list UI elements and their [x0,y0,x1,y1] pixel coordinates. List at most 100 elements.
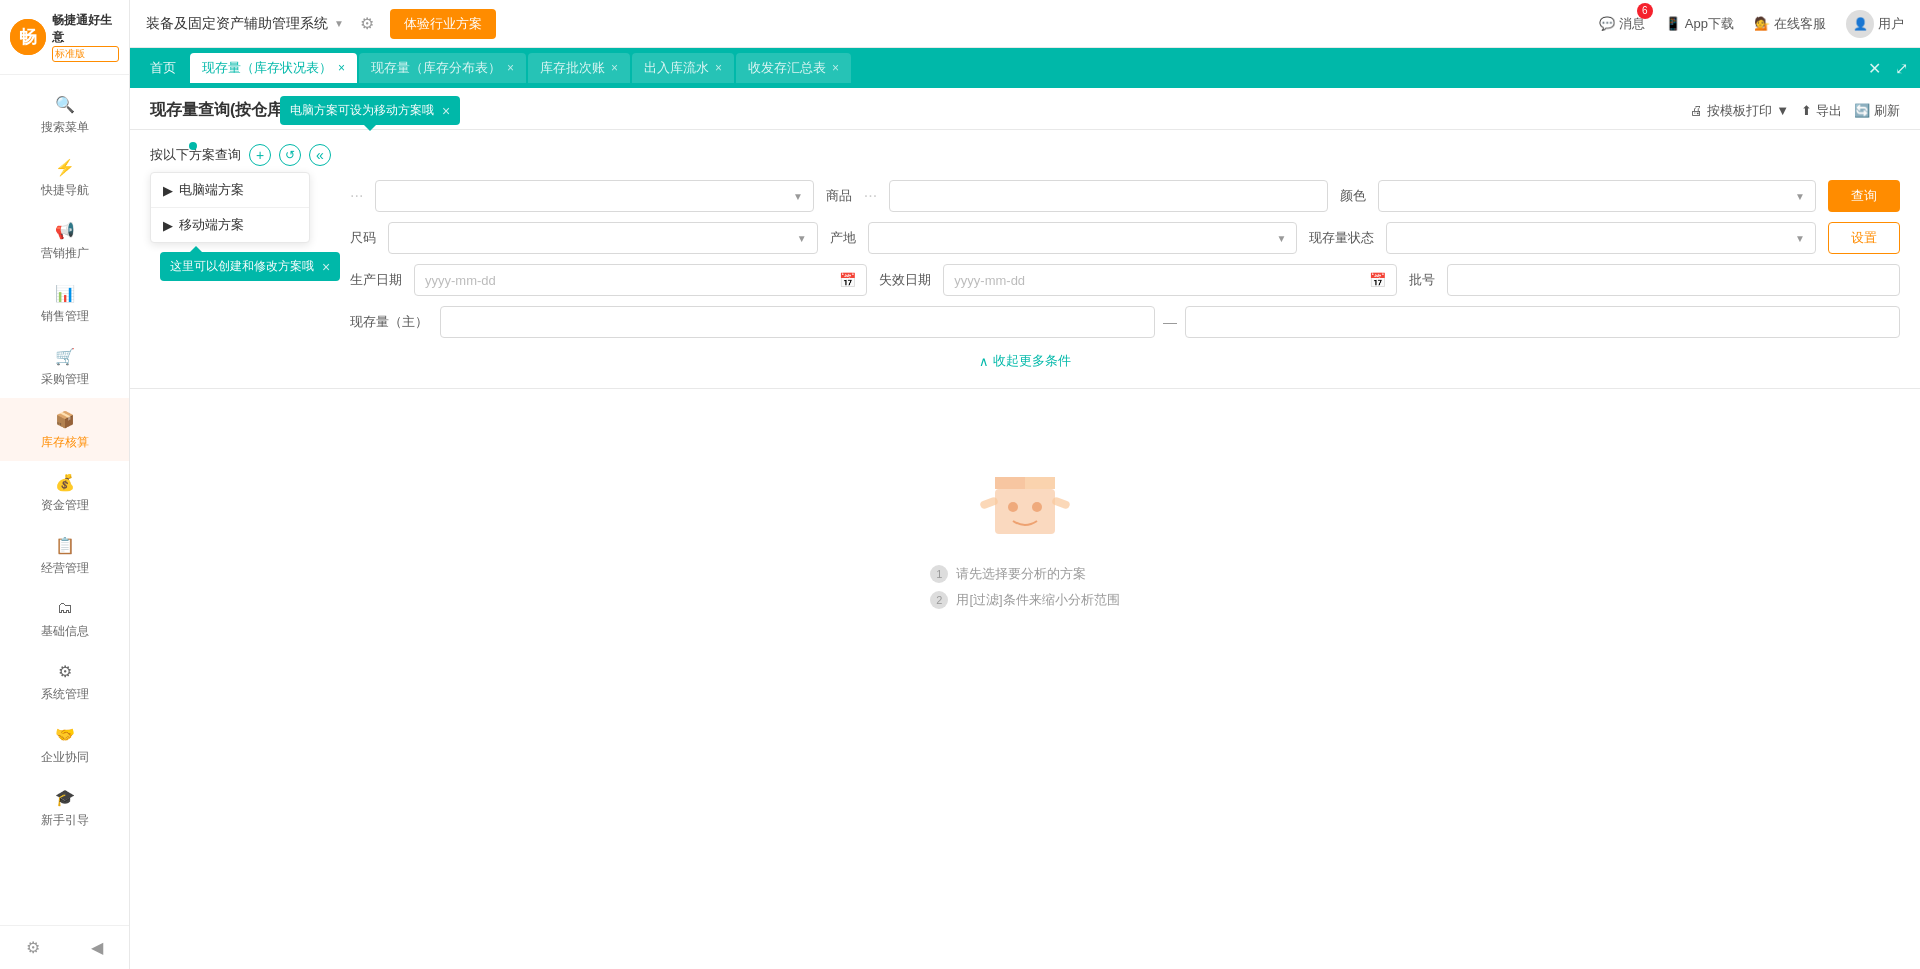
tab-inout-flow-close[interactable]: × [715,62,722,74]
origin-label: 产地 [830,229,856,247]
export-btn[interactable]: ⬆ 导出 [1801,102,1842,120]
sidebar-item-inventory[interactable]: 📦 库存核算 [0,398,129,461]
chevron-up-icon: ∧ [979,354,989,369]
reset-button[interactable]: 设置 [1828,222,1900,254]
filter-dots-1[interactable]: ··· [350,187,363,205]
export-icon: ⬆ [1801,103,1812,118]
filter-inventory-status[interactable]: ▼ [1386,222,1816,254]
filter-color[interactable]: ▼ [1378,180,1816,212]
color-arrow-icon: ▼ [1795,191,1805,202]
empty-tip-2: 2 用[过滤]条件来缩小分析范围 [930,591,1119,609]
sidebar-item-finance[interactable]: 💰 资金管理 [0,461,129,524]
system-dropdown-arrow[interactable]: ▼ [334,18,344,29]
filter-warehouse[interactable]: ▼ [375,180,813,212]
svg-rect-2 [995,489,1055,534]
filter-expire-date[interactable]: yyyy-mm-dd 📅 [943,264,1396,296]
sidebar: 畅 畅捷通好生意 标准版 🔍 搜索菜单 ⚡ 快捷导航 📢 营销推广 📊 销售管理… [0,0,130,969]
tab-inout-flow[interactable]: 出入库流水 × [632,53,734,83]
tab-inventory-dist[interactable]: 现存量（库存分布表） × [359,53,526,83]
tooltip-create-scheme-close[interactable]: × [322,259,330,275]
print-icon: 🖨 [1690,103,1703,118]
sidebar-item-enterprise[interactable]: 🤝 企业协同 [0,713,129,776]
sales-nav-icon: 📊 [54,282,76,304]
filter-goods[interactable] [889,180,1327,212]
tab-inventory-status-label: 现存量（库存状况表） [202,59,332,77]
experience-button[interactable]: 体验行业方案 [390,9,496,39]
origin-arrow-icon: ▼ [1276,233,1286,244]
purchase-nav-icon: 🛒 [54,345,76,367]
filter-batch-num[interactable] [1447,264,1900,296]
marketing-nav-icon: 📢 [54,219,76,241]
print-template-btn[interactable]: 🖨 按模板打印 ▼ [1690,102,1789,120]
tab-batch-account-close[interactable]: × [611,62,618,74]
filter-origin[interactable]: ▼ [868,222,1298,254]
chevron-right-icon: ▶ [163,183,173,198]
app-download-item[interactable]: 📱 App下载 [1665,15,1734,33]
expire-date-label: 失效日期 [879,271,931,289]
header-right: 💬 消息 6 📱 App下载 💁 在线客服 👤 用户 [1599,10,1904,38]
calendar-icon-1[interactable]: 📅 [839,272,856,288]
refresh-btn[interactable]: 🔄 刷新 [1854,102,1900,120]
sidebar-item-sales[interactable]: 📊 销售管理 [0,272,129,335]
tab-inventory-dist-close[interactable]: × [507,62,514,74]
filter-dot [189,142,197,150]
tooltip-scheme-mobile-close[interactable]: × [442,103,450,119]
sidebar-label-system: 系统管理 [41,686,89,703]
sidebar-item-marketing[interactable]: 📢 营销推广 [0,209,129,272]
gear-icon[interactable]: ⚙ [356,10,378,37]
sidebar-label-marketing: 营销推广 [41,245,89,262]
tabs-bar: 首页 现存量（库存状况表） × 现存量（库存分布表） × 库存批次账 × 出入库… [130,48,1920,88]
batch-num-label: 批号 [1409,271,1435,289]
tab-close-all-icon[interactable]: ✕ [1864,57,1885,80]
app-download-label: App下载 [1685,15,1734,33]
filter-add-button[interactable]: + [249,144,271,166]
sidebar-item-operation[interactable]: 📋 经营管理 [0,524,129,587]
tip-num-1: 1 [930,565,948,583]
goods-label: 商品 [826,187,852,205]
online-service-label: 在线客服 [1774,15,1826,33]
search-button[interactable]: 查询 [1828,180,1900,212]
tab-expand-icon[interactable]: ⤢ [1891,57,1912,80]
filter-size[interactable]: ▼ [388,222,818,254]
newbie-nav-icon: 🎓 [54,786,76,808]
tab-home-label: 首页 [150,59,176,77]
user-item[interactable]: 👤 用户 [1846,10,1904,38]
tooltip-scheme-mobile-text: 电脑方案可设为移动方案哦 [290,102,434,119]
avatar: 👤 [1846,10,1874,38]
sidebar-item-search[interactable]: 🔍 搜索菜单 [0,83,129,146]
tab-batch-account[interactable]: 库存批次账 × [528,53,630,83]
tab-receive-summary-close[interactable]: × [832,62,839,74]
calendar-icon-2[interactable]: 📅 [1369,272,1386,288]
filter-stock-max[interactable] [1185,306,1900,338]
sidebar-label-operation: 经营管理 [41,560,89,577]
size-label: 尺码 [350,229,376,247]
filter-back-button[interactable]: « [309,144,331,166]
settings-icon[interactable]: ⚙ [26,938,40,957]
collapse-filter-btn[interactable]: ∧ 收起更多条件 [150,348,1900,374]
scheme-item-mobile[interactable]: ▶ 移动端方案 [151,208,309,242]
sidebar-item-purchase[interactable]: 🛒 采购管理 [0,335,129,398]
collapse-sidebar-icon[interactable]: ◀ [91,938,103,957]
filter-refresh-button[interactable]: ↺ [279,144,301,166]
sidebar-item-newbie[interactable]: 🎓 新手引导 [0,776,129,839]
sidebar-item-system[interactable]: ⚙ 系统管理 [0,650,129,713]
filter-produce-date[interactable]: yyyy-mm-dd 📅 [414,264,867,296]
top-header: 装备及固定资产辅助管理系统 ▼ ⚙ 体验行业方案 💬 消息 6 📱 App下载 … [130,0,1920,48]
filter-stock-min[interactable] [440,306,1155,338]
tab-inventory-status[interactable]: 现存量（库存状况表） × [190,53,357,83]
tab-home[interactable]: 首页 [138,53,188,83]
color-label: 颜色 [1340,187,1366,205]
filter-fields: ··· ▼ 商品 ··· 颜色 ▼ 查询 [350,180,1900,338]
logo-area: 畅 畅捷通好生意 标准版 [0,0,129,75]
online-service-item[interactable]: 💁 在线客服 [1754,15,1826,33]
tab-receive-summary[interactable]: 收发存汇总表 × [736,53,851,83]
filter-row-1: ··· ▼ 商品 ··· 颜色 ▼ 查询 [350,180,1900,212]
scheme-item-pc[interactable]: ▶ 电脑端方案 [151,173,309,207]
refresh-label: 刷新 [1874,102,1900,120]
filter-dots-2[interactable]: ··· [864,187,877,205]
sidebar-item-basic[interactable]: 🗂 基础信息 [0,587,129,650]
filter-stock-range: — [440,306,1900,338]
sidebar-item-quick[interactable]: ⚡ 快捷导航 [0,146,129,209]
message-item[interactable]: 💬 消息 6 [1599,15,1645,33]
tab-inventory-status-close[interactable]: × [338,62,345,74]
